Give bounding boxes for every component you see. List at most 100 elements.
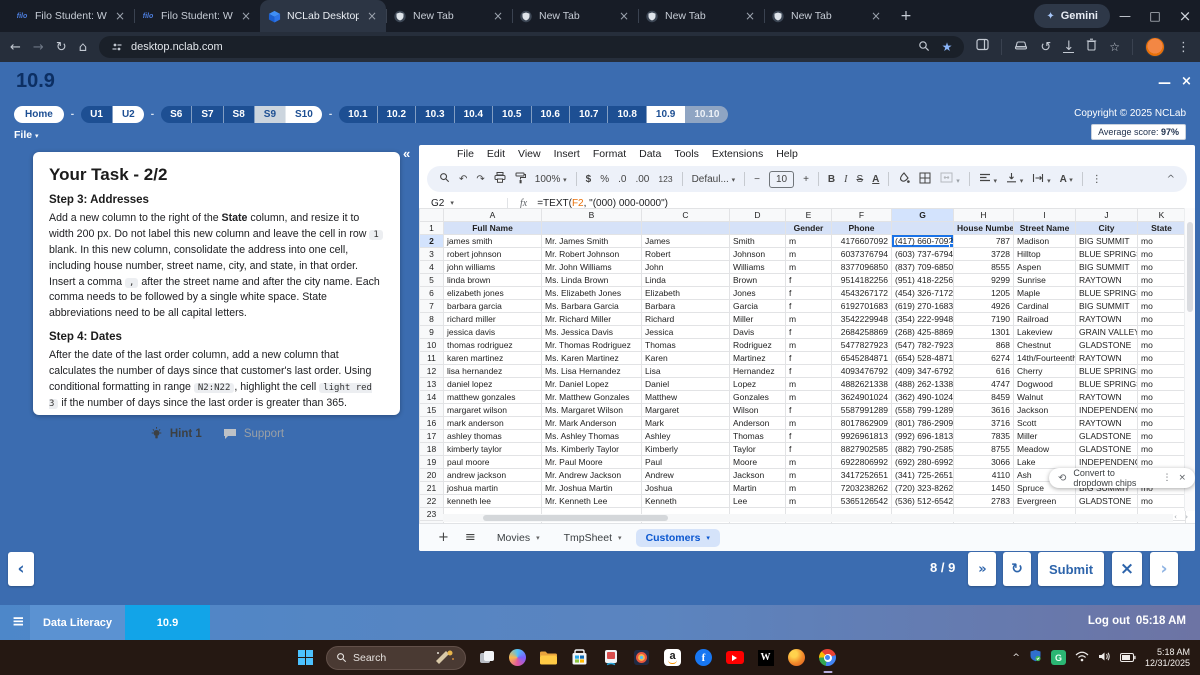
column-header-i[interactable]: I [1013, 208, 1076, 222]
cell[interactable]: GLADSTONE [1075, 338, 1138, 352]
search-icon[interactable] [918, 40, 930, 55]
text-rotation-icon[interactable]: A ▾ [1060, 174, 1073, 185]
start-button[interactable] [295, 647, 316, 668]
windows-security-icon[interactable] [1029, 649, 1042, 667]
header-cell[interactable] [891, 221, 954, 235]
cell[interactable]: Miller [729, 312, 786, 326]
add-sheet-button[interactable]: + [433, 530, 454, 545]
sheet-tab-customers[interactable]: Customers ▾ [635, 528, 720, 547]
cell[interactable]: Richard [641, 312, 730, 326]
cell[interactable]: 8555 [953, 260, 1014, 274]
panel-close-icon[interactable]: × [1181, 74, 1192, 89]
cell[interactable]: 8459 [953, 390, 1014, 404]
current-lesson-tab[interactable]: 10.9 [125, 605, 210, 640]
cell[interactable]: m [785, 468, 832, 482]
nav-item-10-10[interactable]: 10.10 [685, 106, 729, 123]
sheets-menu-file[interactable]: File [457, 148, 474, 163]
cell[interactable]: m [785, 338, 832, 352]
cell[interactable]: 3542229948 [831, 312, 892, 326]
cell[interactable]: Mr. Thomas Rodriguez [541, 338, 642, 352]
cell[interactable]: (362) 490-1024 [891, 390, 954, 404]
nav-item-u1[interactable]: U1 [81, 106, 113, 123]
cell[interactable]: Cardinal [1013, 299, 1076, 313]
cell[interactable]: 8377096850 [831, 260, 892, 274]
cell[interactable]: Linda [641, 273, 730, 287]
cell[interactable]: 4747 [953, 377, 1014, 391]
all-sheets-button[interactable]: ≡ [460, 530, 481, 545]
cell[interactable]: 616 [953, 364, 1014, 378]
cell[interactable]: Mr. Mark Anderson [541, 416, 642, 430]
more-formats-button[interactable]: 123 [658, 174, 672, 184]
cell[interactable]: (354) 222-9948 [891, 312, 954, 326]
cell[interactable]: m [785, 377, 832, 391]
cell[interactable]: m [785, 416, 832, 430]
cell[interactable]: 4543267172 [831, 286, 892, 300]
edge-orange-icon[interactable] [786, 647, 807, 668]
cell[interactable]: mo [1137, 260, 1186, 274]
row-number[interactable]: 13 [419, 377, 444, 391]
file-menu[interactable]: File ▾ [14, 129, 39, 141]
nav-item-10-4[interactable]: 10.4 [454, 106, 494, 123]
cell[interactable]: (536) 512-6542 [891, 494, 954, 508]
cell[interactable]: (547) 782-7923 [891, 338, 954, 352]
row-number[interactable]: 1 [419, 221, 444, 235]
cell[interactable]: m [785, 390, 832, 404]
formula-input[interactable]: =TEXT(F2, "(000) 000-0000") [537, 198, 668, 209]
sheets-menu-edit[interactable]: Edit [487, 148, 505, 163]
cell[interactable]: f [785, 429, 832, 443]
row-number[interactable]: 5 [419, 273, 444, 287]
cell[interactable]: mo [1137, 325, 1186, 339]
cell[interactable]: mo [1137, 455, 1186, 469]
chrome-icon[interactable] [817, 647, 838, 668]
cell[interactable]: m [785, 455, 832, 469]
cell[interactable]: Margaret [641, 403, 730, 417]
cell[interactable]: 3616 [953, 403, 1014, 417]
cell[interactable]: Jessica [641, 325, 730, 339]
cell[interactable]: robert johnson [443, 247, 542, 261]
downloads-icon[interactable]: ↓ [1063, 40, 1075, 54]
cell[interactable]: kenneth lee [443, 494, 542, 508]
column-header-d[interactable]: D [729, 208, 786, 222]
browser-tab[interactable]: filo Filo Student: World × [134, 0, 260, 32]
header-cell[interactable] [541, 221, 642, 235]
cell[interactable]: linda brown [443, 273, 542, 287]
cell[interactable]: ashley thomas [443, 429, 542, 443]
cell[interactable]: karen martinez [443, 351, 542, 365]
nav-item-10-1[interactable]: 10.1 [339, 106, 378, 123]
cell[interactable]: Brown [729, 273, 786, 287]
row-number[interactable]: 23 [419, 507, 444, 521]
sheets-search-icon[interactable] [439, 172, 450, 186]
cell[interactable]: jessica davis [443, 325, 542, 339]
browser-tab[interactable]: New Tab × [512, 0, 638, 32]
tray-chevron-up-icon[interactable]: ^ [1012, 653, 1020, 663]
cell[interactable]: 5477827923 [831, 338, 892, 352]
cell[interactable]: barbara garcia [443, 299, 542, 313]
row-number[interactable]: 14 [419, 390, 444, 404]
cell[interactable]: GLADSTONE [1075, 442, 1138, 456]
bold-button[interactable]: B [828, 174, 835, 185]
cell[interactable]: matthew gonzales [443, 390, 542, 404]
cell[interactable]: mo [1137, 442, 1186, 456]
cell[interactable]: mo [1137, 416, 1186, 430]
cell[interactable]: 868 [953, 338, 1014, 352]
cell[interactable]: Mr. James Smith [541, 234, 642, 248]
taskbar-search-box[interactable]: Search [326, 645, 466, 670]
popup-menu-dots-icon[interactable]: ⋮ [1162, 473, 1171, 483]
cell[interactable]: (454) 326-7172 [891, 286, 954, 300]
cell[interactable]: (488) 262-1338 [891, 377, 954, 391]
cell[interactable]: (992) 696-1813 [891, 429, 954, 443]
cell[interactable]: Walnut [1013, 390, 1076, 404]
format-percent-button[interactable]: % [600, 174, 609, 185]
header-cell[interactable]: Full Name [443, 221, 542, 235]
cell[interactable]: Jones [729, 286, 786, 300]
cell[interactable]: 6922806992 [831, 455, 892, 469]
cell[interactable]: Kenneth [641, 494, 730, 508]
sheets-menu-data[interactable]: Data [639, 148, 661, 163]
window-close-button[interactable]: × [1170, 0, 1200, 32]
cell[interactable]: 1301 [953, 325, 1014, 339]
row-number[interactable]: 9 [419, 325, 444, 339]
cell[interactable]: Andrew [641, 468, 730, 482]
cell[interactable]: INDEPENDENC [1075, 455, 1138, 469]
convert-to-chips-label[interactable]: Convert to dropdown chips [1073, 468, 1155, 488]
cell[interactable]: (619) 270-1683 [891, 299, 954, 313]
